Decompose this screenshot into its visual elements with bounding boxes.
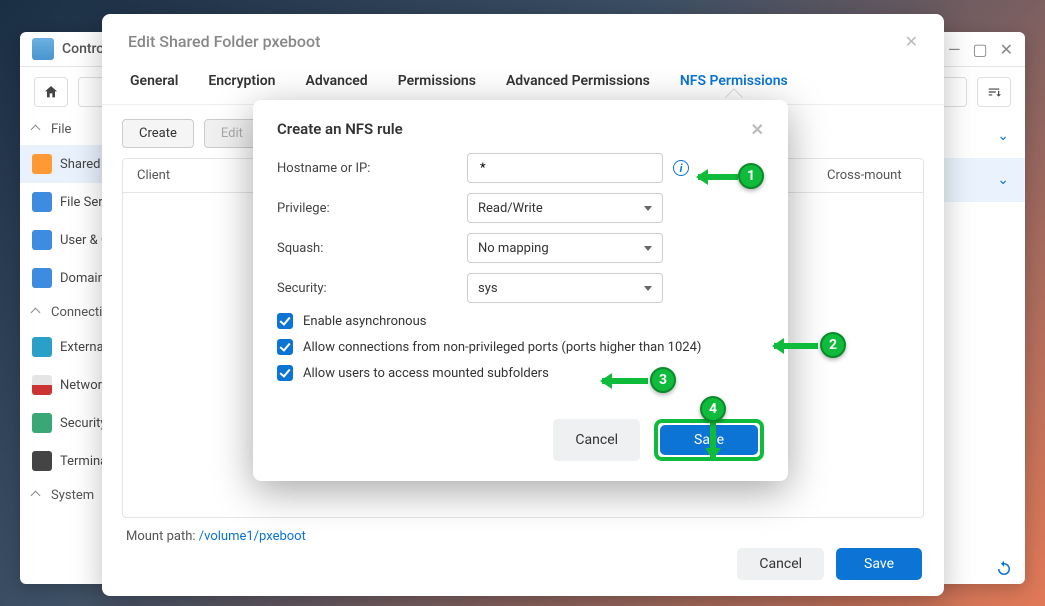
sidebar-item-security[interactable]: Security [20, 404, 115, 442]
tab-advanced[interactable]: Advanced [303, 63, 369, 103]
maximize-icon[interactable]: ▢ [972, 40, 987, 59]
users-icon [32, 230, 52, 250]
sidebar-item-shared-folder[interactable]: Shared Folder [20, 145, 115, 183]
squash-select[interactable]: No mapping [467, 233, 663, 263]
sidebar: File Shared Folder File Services User & … [20, 114, 115, 584]
chevron-down-icon: ⌄ [997, 128, 1009, 144]
hostname-label: Hostname or IP: [277, 161, 467, 176]
close-icon[interactable]: ✕ [905, 32, 918, 51]
checkbox-checked-icon[interactable] [277, 313, 293, 329]
sidebar-section-file[interactable]: File [20, 114, 115, 145]
tab-general[interactable]: General [128, 63, 180, 103]
nonpriv-label: Allow connections from non-privileged po… [303, 340, 701, 355]
sort-button[interactable] [977, 77, 1011, 107]
arrow-icon [710, 422, 716, 458]
annotation-3: 3 [650, 367, 676, 393]
cancel-button[interactable]: Cancel [553, 419, 640, 461]
hostname-field[interactable] [478, 160, 652, 177]
dialog-title: Create an NFS rule ✕ [277, 120, 764, 139]
services-icon [32, 192, 52, 212]
sidebar-item-external-access[interactable]: External Access [20, 328, 115, 366]
dialog-footer: Cancel Save [737, 548, 922, 580]
dialog-footer: Cancel Save [277, 419, 764, 461]
close-icon[interactable]: ✕ [1000, 40, 1013, 59]
chevron-up-icon [32, 488, 43, 503]
sidebar-item-terminal[interactable]: Terminal & SNMP [20, 442, 115, 480]
minimize-icon[interactable]: — [948, 40, 961, 59]
checkbox-checked-icon[interactable] [277, 339, 293, 355]
column-cross-mount[interactable]: Cross-mount [813, 159, 923, 192]
security-select[interactable]: sys [467, 273, 663, 303]
sidebar-item-domain[interactable]: Domain/LDAP [20, 259, 115, 297]
nonpriv-checkbox-row[interactable]: Allow connections from non-privileged po… [277, 339, 764, 355]
dialog-title: Edit Shared Folder pxeboot ✕ [102, 14, 944, 59]
close-icon[interactable]: ✕ [751, 120, 764, 139]
arrow-icon [698, 174, 738, 180]
tab-bar: General Encryption Advanced Permissions … [102, 59, 944, 104]
sidebar-item-network[interactable]: Network [20, 366, 115, 404]
squash-label: Squash: [277, 241, 467, 256]
chevron-up-icon [32, 305, 43, 320]
domain-icon [32, 268, 52, 288]
mount-path-label: Mount path: /volume1/pxeboot [126, 529, 306, 544]
squash-row: Squash: No mapping [277, 233, 764, 263]
security-row: Security: sys [277, 273, 764, 303]
annotation-1: 1 [738, 163, 764, 189]
link-icon [32, 337, 52, 357]
terminal-icon [32, 451, 52, 471]
annotation-2: 2 [820, 332, 846, 358]
network-icon [32, 375, 52, 395]
tab-encryption[interactable]: Encryption [206, 63, 277, 103]
subfolders-checkbox-row[interactable]: Allow users to access mounted subfolders [277, 365, 764, 381]
chevron-down-icon [644, 206, 652, 211]
sidebar-section-connectivity[interactable]: Connectivity [20, 297, 115, 328]
chevron-down-icon: ⌄ [997, 172, 1009, 188]
hostname-input[interactable] [467, 153, 663, 183]
tab-advanced-permissions[interactable]: Advanced Permissions [504, 63, 652, 103]
security-label: Security: [277, 281, 467, 296]
chevron-down-icon [644, 286, 652, 291]
sidebar-item-file-services[interactable]: File Services [20, 183, 115, 221]
subfolders-label: Allow users to access mounted subfolders [303, 366, 549, 381]
checkbox-checked-icon[interactable] [277, 365, 293, 381]
shield-icon [32, 413, 52, 433]
arrow-icon [774, 343, 818, 349]
window-controls[interactable]: — ▢ ✕ [948, 40, 1013, 59]
sidebar-item-user-group[interactable]: User & Group [20, 221, 115, 259]
async-checkbox-row[interactable]: Enable asynchronous [277, 313, 764, 329]
sidebar-section-system[interactable]: System [20, 480, 115, 511]
arrow-icon [602, 378, 648, 384]
create-nfs-rule-dialog: Create an NFS rule ✕ Hostname or IP: i P… [253, 100, 788, 481]
privilege-row: Privilege: Read/Write [277, 193, 764, 223]
app-icon [32, 38, 54, 60]
mount-path-value: /volume1/pxeboot [199, 529, 306, 544]
home-button[interactable] [34, 77, 68, 107]
chevron-down-icon [644, 246, 652, 251]
chevron-up-icon [32, 122, 43, 137]
privilege-label: Privilege: [277, 201, 467, 216]
privilege-select[interactable]: Read/Write [467, 193, 663, 223]
tab-permissions[interactable]: Permissions [396, 63, 478, 103]
refresh-button[interactable] [995, 560, 1013, 578]
tab-nfs-permissions[interactable]: NFS Permissions [678, 63, 790, 103]
cancel-button[interactable]: Cancel [737, 548, 824, 580]
create-button[interactable]: Create [122, 119, 194, 148]
annotation-4: 4 [700, 396, 726, 422]
async-label: Enable asynchronous [303, 314, 426, 329]
info-icon[interactable]: i [673, 160, 689, 176]
save-button[interactable]: Save [836, 548, 922, 580]
folder-icon [32, 154, 52, 174]
edit-button[interactable]: Edit [204, 119, 260, 148]
